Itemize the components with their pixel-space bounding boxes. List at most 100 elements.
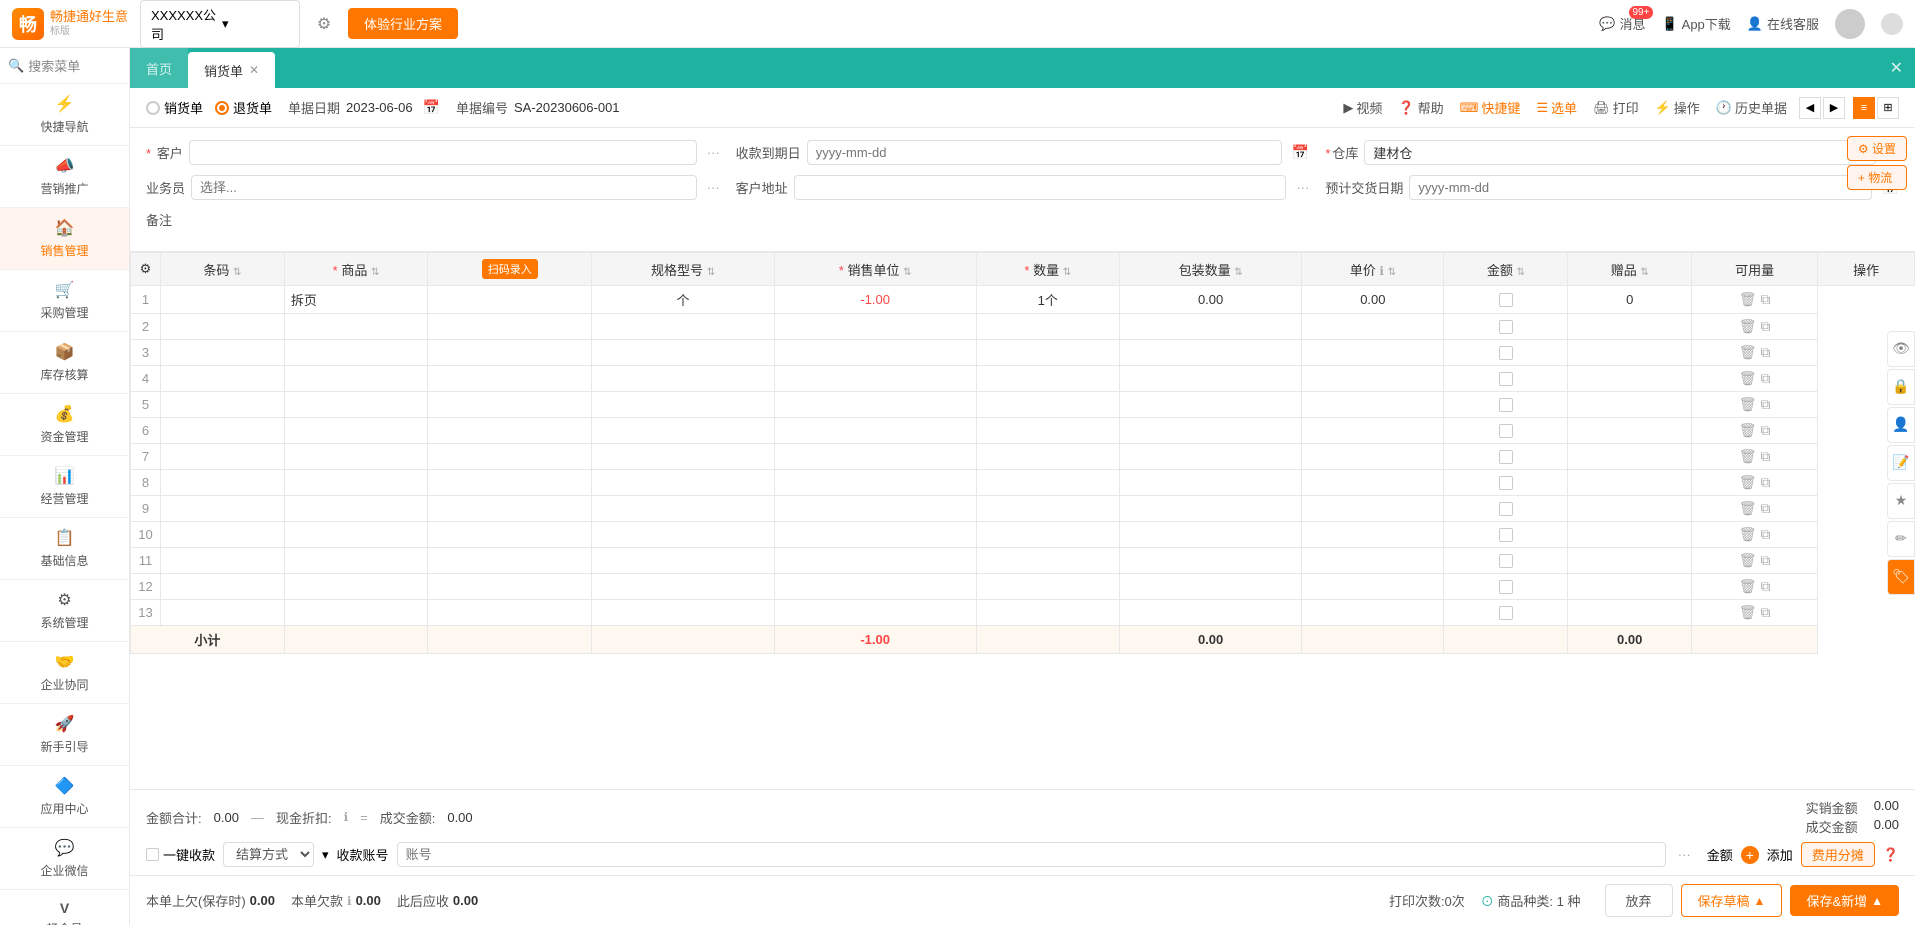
payment-method-dropdown-icon[interactable]: ▾ [322,847,329,863]
gift-sort-icon[interactable]: ⇅ [1640,267,1648,278]
delete-icon[interactable]: 🗑 [1739,422,1757,439]
grid-view-button[interactable]: ⊞ [1877,97,1899,119]
copy-icon[interactable]: ⧉ [1761,474,1771,491]
copy-icon[interactable]: ⧉ [1761,291,1771,308]
copy-icon[interactable]: ⧉ [1761,500,1771,517]
sidebar-item-new-guide[interactable]: 🚀 新手引导 [0,704,129,766]
scan-button[interactable]: 扫码录入 [482,259,538,279]
delete-icon[interactable]: 🗑 [1739,396,1757,413]
app-download-button[interactable]: 📱 App下载 [1661,14,1730,33]
float-tag-button[interactable]: 🏷 [1887,559,1915,595]
row-gift[interactable] [1444,286,1568,314]
salesman-dots-button[interactable]: ··· [707,180,720,195]
sidebar-item-corp-coop[interactable]: 🤝 企业协同 [0,642,129,704]
price-info-icon[interactable]: ℹ [1379,264,1384,278]
row-pack-qty[interactable]: 1个 [976,286,1119,314]
logistics-button[interactable]: + 物流 [1847,165,1907,190]
row-product[interactable]: 拆页 [284,286,427,314]
history-button[interactable]: 🕐 历史单据 [1712,96,1791,119]
print-button[interactable]: 🖨 打印 [1589,96,1643,119]
save-draft-button[interactable]: 保存草稿 ▲ [1681,884,1783,917]
delete-icon[interactable]: 🗑 [1739,500,1757,517]
row-amount[interactable]: 0.00 [1302,286,1444,314]
copy-icon[interactable]: ⧉ [1761,552,1771,569]
amount-sort-icon[interactable]: ⇅ [1517,267,1525,278]
sidebar-item-corp-wechat[interactable]: 💬 企业微信 [0,828,129,890]
message-button[interactable]: 💬 消息 99+ [1599,14,1645,33]
copy-icon[interactable]: ⧉ [1761,318,1771,335]
customer-input[interactable] [189,140,697,165]
copy-icon[interactable]: ⧉ [1761,344,1771,361]
select-order-button[interactable]: ☰ 选单 [1532,96,1581,119]
settings-button[interactable]: ⚙ 设置 [1847,136,1907,161]
copy-icon[interactable]: ⧉ [1761,422,1771,439]
sidebar-item-sys-mgmt[interactable]: ⚙ 系统管理 [0,580,129,642]
user-avatar2[interactable] [1881,13,1903,35]
float-edit-button[interactable]: ✏ [1887,521,1915,557]
product-type-text[interactable]: ⊙ [1481,894,1494,909]
delete-icon[interactable]: 🗑 [1739,448,1757,465]
spec-sort-icon[interactable]: ⇅ [707,267,715,278]
delete-icon[interactable]: 🗑 [1739,370,1757,387]
close-all-tabs-button[interactable]: ✕ [1878,48,1915,88]
online-service-button[interactable]: 👤 在线客服 [1747,14,1819,33]
account-dots-button[interactable]: ··· [1678,847,1691,862]
float-person-button[interactable]: 👤 [1887,407,1915,443]
calendar-icon[interactable]: 📅 [423,99,440,116]
float-lock-button[interactable]: 🔒 [1887,369,1915,405]
sidebar-item-app-center[interactable]: 🔷 应用中心 [0,766,129,828]
company-select[interactable]: XXXXXX公司 ▾ [140,0,300,48]
due-date-calendar-icon[interactable]: 📅 [1292,144,1309,161]
salesman-input[interactable] [191,175,697,200]
add-payment-button[interactable]: + [1741,846,1759,864]
delete-icon[interactable]: 🗑 [1739,291,1757,308]
copy-icon[interactable]: ⧉ [1761,604,1771,621]
customer-dots-button[interactable]: ··· [707,145,720,160]
video-button[interactable]: ▶ 视频 [1339,96,1386,119]
col-settings[interactable]: ⚙ [131,253,161,286]
copy-icon[interactable]: ⧉ [1761,578,1771,595]
price-sort-icon[interactable]: ⇅ [1388,267,1396,278]
trial-button[interactable]: 体验行业方案 [348,8,458,39]
company-settings-button[interactable]: ⚙ [308,8,340,40]
unit-sort-icon[interactable]: ⇅ [903,267,911,278]
row-spec[interactable] [428,286,592,314]
sidebar-item-quick-nav[interactable]: ⚡ 快捷导航 [0,84,129,146]
account-input[interactable] [397,842,1666,867]
qty-sort-icon[interactable]: ⇅ [1063,267,1071,278]
copy-icon[interactable]: ⧉ [1761,448,1771,465]
float-note-button[interactable]: 📝 [1887,445,1915,481]
discount-info-icon[interactable]: ℹ [344,810,349,824]
sidebar-item-fund-mgmt[interactable]: 💰 资金管理 [0,394,129,456]
abandon-button[interactable]: 放弃 [1605,884,1673,917]
row-unit[interactable]: 个 [592,286,774,314]
row-price[interactable]: 0.00 [1119,286,1301,314]
delete-icon[interactable]: 🗑 [1739,318,1757,335]
one-click-checkbox[interactable] [146,848,159,861]
sidebar-search[interactable]: 🔍 搜索菜单 [0,48,129,84]
sidebar-item-inventory[interactable]: 📦 库存核算 [0,332,129,394]
row-barcode[interactable] [161,286,285,314]
sidebar-item-marketing[interactable]: 📣 营销推广 [0,146,129,208]
sidebar-item-sales-mgmt[interactable]: 🏠 销售管理 [0,208,129,270]
sidebar-item-purchase-mgmt[interactable]: 🛒 采购管理 [0,270,129,332]
pack-sort-icon[interactable]: ⇅ [1234,267,1242,278]
payment-method-select[interactable]: 结算方式 [223,842,314,867]
delete-icon[interactable]: 🗑 [1739,344,1757,361]
list-view-button[interactable]: ≡ [1853,97,1875,119]
delete-icon[interactable]: 🗑 [1739,552,1757,569]
shortcut-button[interactable]: ⌨ 快捷键 [1456,96,1525,119]
tab-home[interactable]: 首页 [130,48,188,88]
delete-icon[interactable]: 🗑 [1739,604,1757,621]
sales-bill-radio[interactable]: 销货单 [146,98,203,117]
sidebar-item-ops-mgmt[interactable]: 📊 经营管理 [0,456,129,518]
prev-button[interactable]: ◀ [1799,97,1821,119]
sidebar-item-basic-info[interactable]: 📋 基础信息 [0,518,129,580]
operate-button[interactable]: ⚡ 操作 [1651,96,1704,119]
copy-icon[interactable]: ⧉ [1761,370,1771,387]
save-new-button[interactable]: 保存&新增 ▲ [1790,885,1899,916]
user-avatar[interactable] [1835,9,1865,39]
tab-sales-order[interactable]: 销货单 ✕ [188,52,275,88]
delete-icon[interactable]: 🗑 [1739,474,1757,491]
delete-icon[interactable]: 🗑 [1739,578,1757,595]
